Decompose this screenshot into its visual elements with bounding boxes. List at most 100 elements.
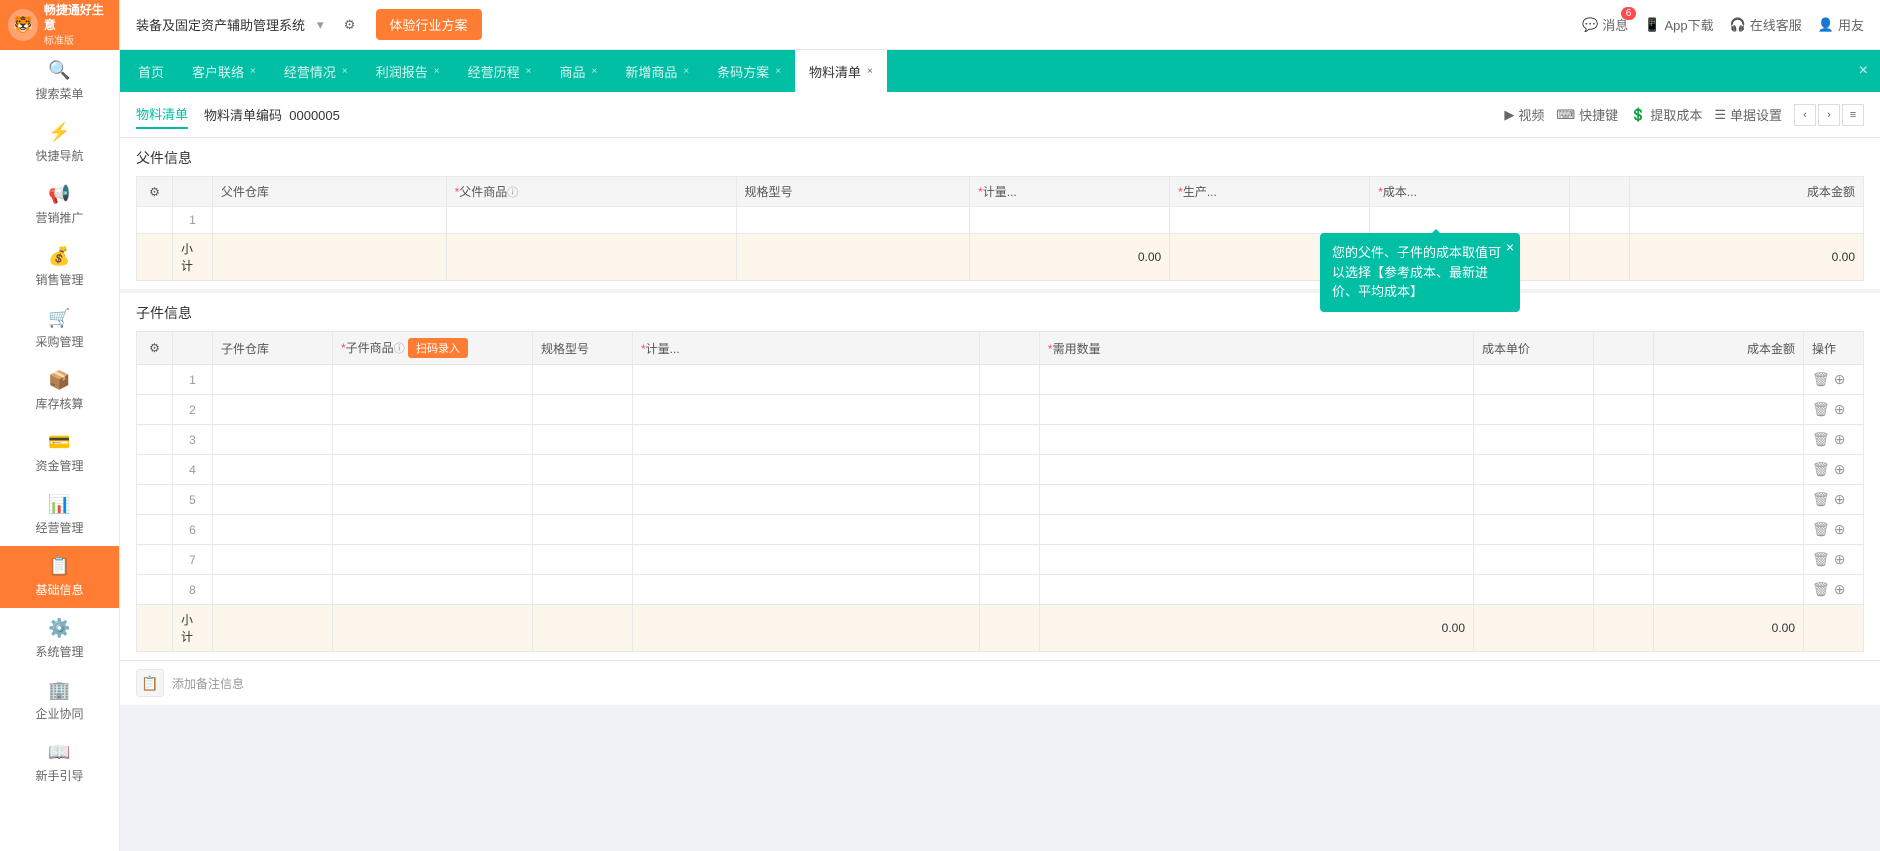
child-row1-product[interactable] bbox=[333, 365, 533, 395]
child-row1-unit-price[interactable] bbox=[1474, 365, 1594, 395]
tab-history[interactable]: 经营历程 × bbox=[454, 50, 546, 92]
child-row3-unit[interactable] bbox=[633, 425, 980, 455]
parent-row1-unit[interactable] bbox=[970, 207, 1170, 234]
online-service-button[interactable]: 🎧 在线客服 bbox=[1730, 15, 1802, 34]
child-row6-spec[interactable] bbox=[533, 515, 633, 545]
app-download-button[interactable]: 📱 App下载 bbox=[1644, 15, 1713, 34]
nav-prev[interactable]: ‹ bbox=[1794, 104, 1816, 126]
child-row3-qty[interactable] bbox=[1039, 425, 1473, 455]
child-row5-qty[interactable] bbox=[1039, 485, 1473, 515]
page-tab-bom[interactable]: 物料清单 bbox=[136, 100, 188, 129]
user-button[interactable]: 👤 用友 bbox=[1818, 15, 1864, 34]
child-row2-spec[interactable] bbox=[533, 395, 633, 425]
copy-icon[interactable]: ⊕ bbox=[1834, 401, 1846, 418]
child-row4-spec[interactable] bbox=[533, 455, 633, 485]
child-row7-unit[interactable] bbox=[633, 545, 980, 575]
delete-icon[interactable]: 🗑 bbox=[1812, 371, 1830, 388]
tab-customer[interactable]: 客户联络 × bbox=[178, 50, 270, 92]
child-row3-spec[interactable] bbox=[533, 425, 633, 455]
nav-next[interactable]: › bbox=[1818, 104, 1840, 126]
child-row7-unit-price[interactable] bbox=[1474, 545, 1594, 575]
child-row5-unit-price[interactable] bbox=[1474, 485, 1594, 515]
sidebar-item-marketing[interactable]: 📢 营销推广 bbox=[0, 174, 119, 236]
child-row5-spec[interactable] bbox=[533, 485, 633, 515]
delete-icon[interactable]: 🗑 bbox=[1812, 431, 1830, 448]
tab-new-goods[interactable]: 新增商品 × bbox=[611, 50, 703, 92]
tab-goods-close[interactable]: × bbox=[591, 66, 597, 77]
sidebar-item-inventory[interactable]: 📦 库存核算 bbox=[0, 360, 119, 422]
tab-bom[interactable]: 物料清单 × bbox=[795, 50, 887, 92]
action-view[interactable]: ▶ 视频 bbox=[1504, 105, 1544, 124]
tab-home[interactable]: 首页 bbox=[124, 50, 178, 92]
tab-new-goods-close[interactable]: × bbox=[683, 66, 689, 77]
close-icon[interactable]: × bbox=[1506, 237, 1514, 258]
child-row5-product[interactable] bbox=[333, 485, 533, 515]
delete-icon[interactable]: 🗑 bbox=[1812, 491, 1830, 508]
child-row3-warehouse[interactable] bbox=[213, 425, 333, 455]
child-row6-unit[interactable] bbox=[633, 515, 980, 545]
child-row3-unit-price[interactable] bbox=[1474, 425, 1594, 455]
note-icon[interactable]: 📋 bbox=[136, 669, 164, 697]
sidebar-item-finance[interactable]: 💳 资金管理 bbox=[0, 422, 119, 484]
sidebar-item-quick-nav[interactable]: ⚡ 快捷导航 bbox=[0, 112, 119, 174]
delete-icon[interactable]: 🗑 bbox=[1812, 581, 1830, 598]
parent-row1-cost[interactable] bbox=[1370, 207, 1570, 234]
tab-barcode-close[interactable]: × bbox=[775, 66, 781, 77]
tab-operations[interactable]: 经营情况 × bbox=[270, 50, 362, 92]
scan-button[interactable]: 扫码录入 bbox=[408, 338, 468, 358]
sidebar-item-sales[interactable]: 💰 销售管理 bbox=[0, 236, 119, 298]
message-button[interactable]: 💬 消息 6 bbox=[1582, 15, 1628, 34]
action-bill-settings[interactable]: ☰ 单据设置 bbox=[1714, 105, 1782, 124]
copy-icon[interactable]: ⊕ bbox=[1834, 551, 1846, 568]
sidebar-item-enterprise[interactable]: 🏢 企业协同 bbox=[0, 670, 119, 732]
child-row6-qty[interactable] bbox=[1039, 515, 1473, 545]
sidebar-item-purchase[interactable]: 🛒 采购管理 bbox=[0, 298, 119, 360]
child-row6-warehouse[interactable] bbox=[213, 515, 333, 545]
child-row7-spec[interactable] bbox=[533, 545, 633, 575]
child-row4-qty[interactable] bbox=[1039, 455, 1473, 485]
child-row2-unit[interactable] bbox=[633, 395, 980, 425]
topbar-dropdown-arrow[interactable]: ▾ bbox=[317, 17, 324, 33]
child-row8-unit[interactable] bbox=[633, 575, 980, 605]
copy-icon[interactable]: ⊕ bbox=[1834, 371, 1846, 388]
child-row2-product[interactable] bbox=[333, 395, 533, 425]
child-row2-warehouse[interactable] bbox=[213, 395, 333, 425]
trial-button[interactable]: 体验行业方案 bbox=[376, 9, 482, 40]
action-cost[interactable]: 💲 提取成本 bbox=[1630, 105, 1702, 124]
tab-bom-close[interactable]: × bbox=[867, 66, 873, 77]
copy-icon[interactable]: ⊕ bbox=[1834, 581, 1846, 598]
delete-icon[interactable]: 🗑 bbox=[1812, 401, 1830, 418]
child-row6-unit-price[interactable] bbox=[1474, 515, 1594, 545]
sidebar-item-system[interactable]: ⚙️ 系统管理 bbox=[0, 608, 119, 670]
parent-row1-warehouse[interactable] bbox=[213, 207, 447, 234]
tab-profit[interactable]: 利润报告 × bbox=[362, 50, 454, 92]
child-row2-qty[interactable] bbox=[1039, 395, 1473, 425]
action-shortcut[interactable]: ⌨ 快捷键 bbox=[1556, 105, 1618, 124]
child-row7-warehouse[interactable] bbox=[213, 545, 333, 575]
child-row4-unit-price[interactable] bbox=[1474, 455, 1594, 485]
tab-global-close[interactable]: × bbox=[1851, 62, 1876, 80]
child-row8-product[interactable] bbox=[333, 575, 533, 605]
delete-icon[interactable]: 🗑 bbox=[1812, 461, 1830, 478]
copy-icon[interactable]: ⊕ bbox=[1834, 491, 1846, 508]
child-row1-unit[interactable] bbox=[633, 365, 980, 395]
sidebar-item-basic-info[interactable]: 📋 基础信息 bbox=[0, 546, 119, 608]
copy-icon[interactable]: ⊕ bbox=[1834, 461, 1846, 478]
child-row5-unit[interactable] bbox=[633, 485, 980, 515]
delete-icon[interactable]: 🗑 bbox=[1812, 551, 1830, 568]
copy-icon[interactable]: ⊕ bbox=[1834, 521, 1846, 538]
parent-row1-spec[interactable] bbox=[736, 207, 970, 234]
child-row6-product[interactable] bbox=[333, 515, 533, 545]
parent-row1-product[interactable] bbox=[446, 207, 736, 234]
child-row8-qty[interactable] bbox=[1039, 575, 1473, 605]
tab-barcode[interactable]: 条码方案 × bbox=[703, 50, 795, 92]
tab-history-close[interactable]: × bbox=[526, 66, 532, 77]
child-row1-warehouse[interactable] bbox=[213, 365, 333, 395]
child-row2-unit-price[interactable] bbox=[1474, 395, 1594, 425]
parent-row1-produce[interactable] bbox=[1170, 207, 1370, 234]
tab-goods[interactable]: 商品 × bbox=[545, 50, 611, 92]
child-row3-product[interactable] bbox=[333, 425, 533, 455]
child-row1-spec[interactable] bbox=[533, 365, 633, 395]
tab-customer-close[interactable]: × bbox=[250, 66, 256, 77]
copy-icon[interactable]: ⊕ bbox=[1834, 431, 1846, 448]
